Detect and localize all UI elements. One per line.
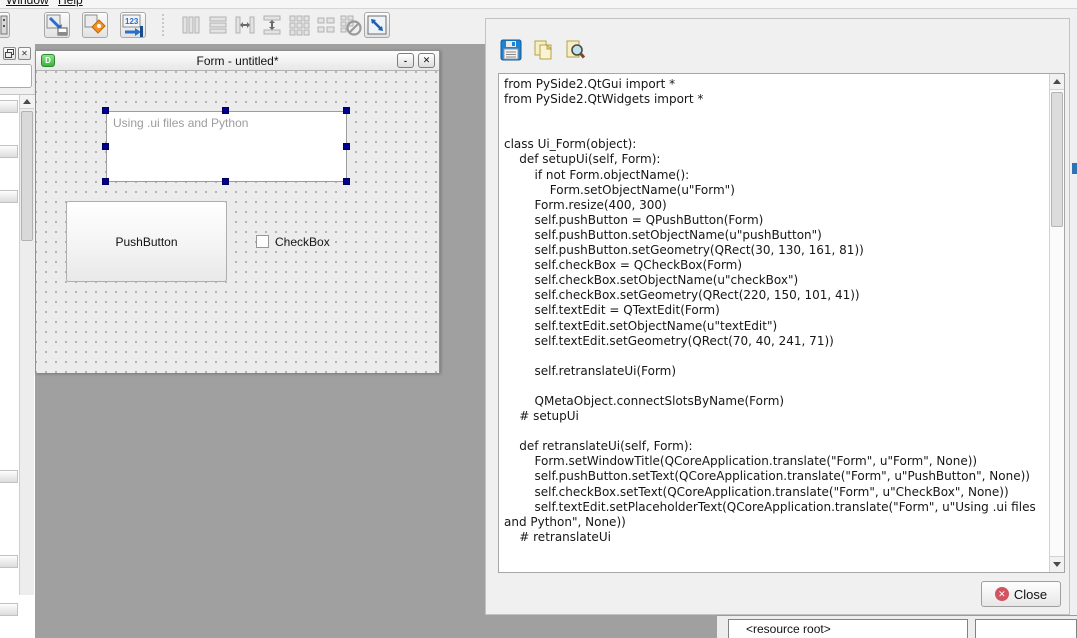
scroll-down-icon[interactable]: [1050, 556, 1064, 572]
layout-splitter-horizontal-icon[interactable]: [232, 12, 258, 38]
widget-box-category[interactable]: [0, 190, 18, 203]
break-layout-icon[interactable]: [338, 12, 364, 38]
scroll-up-icon[interactable]: [1050, 74, 1064, 90]
resource-root-item[interactable]: <resource root>: [729, 620, 967, 636]
scroll-up-icon[interactable]: [20, 95, 34, 109]
menu-help[interactable]: Help: [58, 0, 83, 7]
menubar: Window Help: [0, 0, 1077, 9]
close-window-button[interactable]: ✕: [418, 53, 435, 68]
text-edit-placeholder: Using .ui files and Python: [113, 116, 248, 130]
widget-box-list: [0, 94, 35, 638]
widget-box-scrollbar[interactable]: [19, 95, 34, 595]
generated-code[interactable]: from PySide2.QtGui import * from PySide2…: [499, 74, 1050, 545]
copy-icon[interactable]: [530, 37, 556, 63]
check-box-label: CheckBox: [275, 235, 330, 249]
selection-handle[interactable]: [343, 178, 350, 185]
minimize-button[interactable]: -: [397, 53, 414, 68]
form-window-icon: D: [41, 54, 55, 67]
widget-box-scroll-thumb[interactable]: [21, 111, 33, 241]
code-text-area[interactable]: from PySide2.QtGui import * from PySide2…: [498, 73, 1065, 573]
edit-tab-order-icon[interactable]: 123: [120, 12, 146, 38]
layout-form-icon[interactable]: [313, 12, 339, 38]
qt-designer-window: Window Help 123: [0, 0, 1077, 638]
adjust-size-icon[interactable]: [364, 12, 390, 38]
edit-signals-slots-icon[interactable]: [44, 12, 70, 38]
code-viewer-dialog: from PySide2.QtGui import * from PySide2…: [485, 18, 1070, 615]
widget-box-category[interactable]: [0, 100, 18, 113]
close-circle-icon: ✕: [995, 587, 1009, 601]
close-button-label: Close: [1014, 587, 1047, 602]
push-button-label: PushButton: [115, 235, 177, 249]
dock-float-icon[interactable]: [3, 47, 16, 60]
layout-horizontal-icon[interactable]: [178, 12, 204, 38]
edit-buddies-icon[interactable]: [82, 12, 108, 38]
tab-order-label: 123: [125, 17, 139, 26]
form-window-title: Form - untitled*: [36, 54, 439, 68]
form-canvas[interactable]: Using .ui files and Python PushButton Ch…: [36, 71, 439, 373]
widget-filter-input[interactable]: [0, 64, 32, 88]
widget-box-category[interactable]: [0, 603, 18, 616]
save-icon[interactable]: [498, 37, 524, 63]
form-editor-window: D Form - untitled* - ✕ Using .ui files a…: [35, 50, 440, 373]
code-scroll-thumb[interactable]: [1051, 92, 1063, 227]
layout-splitter-vertical-icon[interactable]: [259, 12, 285, 38]
code-scrollbar[interactable]: [1049, 74, 1064, 572]
toolbar-separator: [162, 14, 164, 36]
find-icon[interactable]: [562, 37, 588, 63]
resource-tree[interactable]: <resource root>: [728, 619, 968, 638]
layout-grid-icon[interactable]: [286, 12, 312, 38]
text-edit-widget[interactable]: Using .ui files and Python: [106, 111, 347, 182]
widget-box-category[interactable]: [0, 555, 18, 568]
checkbox-indicator[interactable]: [256, 235, 269, 248]
check-box-widget[interactable]: CheckBox: [256, 221, 357, 262]
widget-box-panel: ✕: [0, 44, 35, 638]
resource-browser-panel: <resource root>: [717, 615, 1077, 638]
selection-handle[interactable]: [102, 107, 109, 114]
menu-window[interactable]: Window: [6, 0, 49, 7]
selection-handle[interactable]: [222, 178, 229, 185]
resource-list[interactable]: [975, 619, 1077, 638]
right-edge-strip: [1070, 18, 1077, 615]
widget-box-category[interactable]: [0, 145, 18, 158]
dock-close-icon[interactable]: ✕: [18, 47, 31, 60]
edit-widgets-icon[interactable]: [0, 12, 10, 38]
selection-handle[interactable]: [102, 143, 109, 150]
widget-box-category[interactable]: [0, 470, 18, 483]
selection-handle[interactable]: [222, 107, 229, 114]
form-titlebar[interactable]: D Form - untitled* - ✕: [36, 51, 439, 71]
selection-handle[interactable]: [343, 143, 350, 150]
selection-sliver: [1072, 163, 1077, 174]
push-button-widget[interactable]: PushButton: [66, 201, 227, 282]
selection-handle[interactable]: [102, 178, 109, 185]
layout-vertical-icon[interactable]: [205, 12, 231, 38]
selection-handle[interactable]: [343, 107, 350, 114]
close-dialog-button[interactable]: ✕ Close: [981, 581, 1061, 607]
